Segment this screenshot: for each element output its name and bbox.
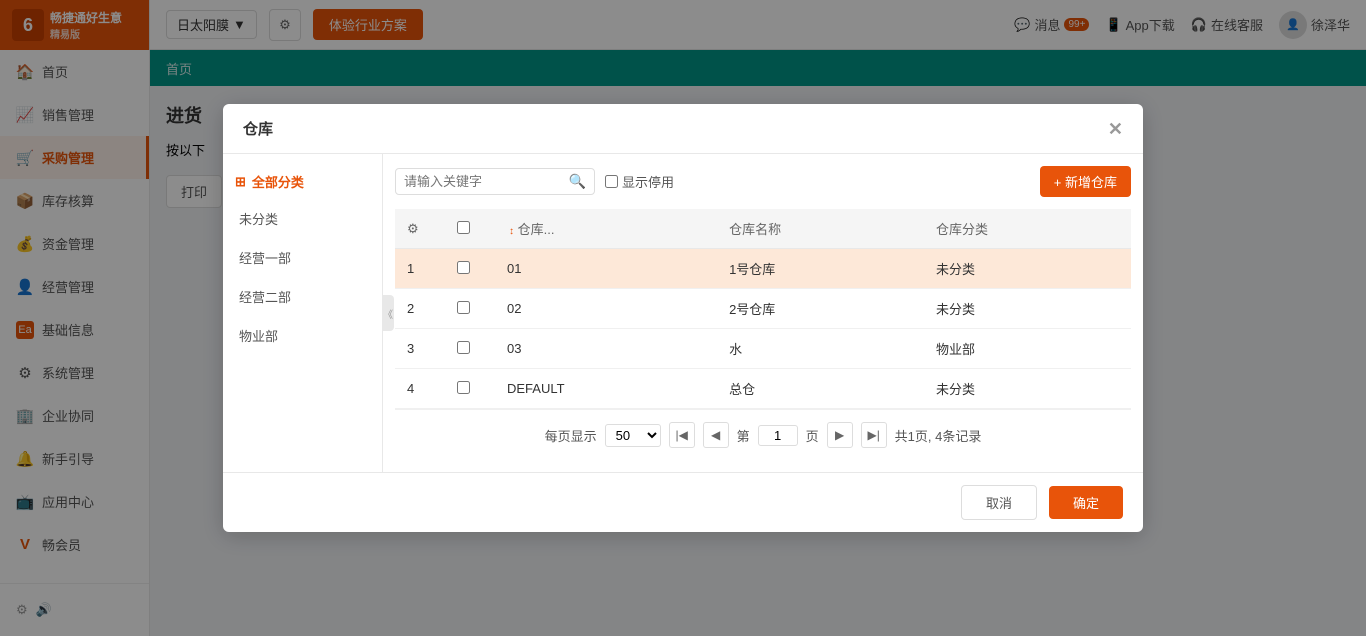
sort-icon: ↕ <box>509 226 514 237</box>
page-size-dropdown[interactable]: 50 10 20 100 <box>605 424 661 447</box>
th-settings: ⚙ <box>395 209 445 249</box>
th-name: 仓库名称 <box>717 209 924 249</box>
row-category: 未分类 <box>924 249 1131 289</box>
last-page-btn[interactable]: ▶| <box>861 422 887 448</box>
row-name: 总仓 <box>717 369 924 409</box>
th-code: ↕ 仓库... <box>495 209 717 249</box>
row-name: 2号仓库 <box>717 289 924 329</box>
row-index: 4 <box>395 369 445 409</box>
row-name: 1号仓库 <box>717 249 924 289</box>
grid-icon: ⊞ <box>235 174 246 190</box>
table-row[interactable]: 1 01 1号仓库 未分类 <box>395 249 1131 289</box>
page-size-select[interactable]: 50 10 20 100 <box>605 424 661 447</box>
row-category: 未分类 <box>924 289 1131 329</box>
table-row[interactable]: 2 02 2号仓库 未分类 <box>395 289 1131 329</box>
row-checkbox <box>445 369 495 409</box>
settings-th-icon: ⚙ <box>407 221 419 236</box>
category-header-label: 全部分类 <box>252 172 304 191</box>
first-page-btn[interactable]: |◀ <box>669 422 695 448</box>
table-header: ⚙ ↕ 仓库... 仓库名称 <box>395 209 1131 249</box>
modal-close-btn[interactable]: ✕ <box>1108 120 1123 138</box>
row-index: 2 <box>395 289 445 329</box>
th-category: 仓库分类 <box>924 209 1131 249</box>
row-code: 02 <box>495 289 717 329</box>
category-item-ops1[interactable]: 经营一部 <box>223 238 382 277</box>
modal-header: 仓库 ✕ <box>223 104 1143 154</box>
row-checkbox <box>445 329 495 369</box>
row-name: 水 <box>717 329 924 369</box>
total-info: 共1页, 4条记录 <box>895 426 982 445</box>
warehouse-table: ⚙ ↕ 仓库... 仓库名称 <box>395 209 1131 409</box>
search-icon[interactable]: 🔍 <box>569 173 586 190</box>
modal-body: ⊞ 全部分类 未分类 经营一部 经营二部 物业部 《 🔍 <box>223 154 1143 472</box>
row-code: 01 <box>495 249 717 289</box>
table-row[interactable]: 3 03 水 物业部 <box>395 329 1131 369</box>
page-label2: 页 <box>806 426 819 445</box>
search-input[interactable] <box>404 174 569 189</box>
pagination: 每页显示 50 10 20 100 |◀ ◀ 第 页 ▶ <box>395 409 1131 460</box>
category-item-unclassified[interactable]: 未分类 <box>223 199 382 238</box>
category-item-property[interactable]: 物业部 <box>223 316 382 355</box>
add-warehouse-btn[interactable]: + 新增仓库 <box>1040 166 1131 197</box>
row-code: 03 <box>495 329 717 369</box>
confirm-btn[interactable]: 确定 <box>1049 486 1123 519</box>
cancel-btn[interactable]: 取消 <box>961 485 1037 520</box>
table-row[interactable]: 4 DEFAULT 总仓 未分类 <box>395 369 1131 409</box>
row-category: 物业部 <box>924 329 1131 369</box>
row-checkbox <box>445 289 495 329</box>
row-code: DEFAULT <box>495 369 717 409</box>
category-header: ⊞ 全部分类 <box>223 164 382 199</box>
th-checkbox <box>445 209 495 249</box>
row-index: 3 <box>395 329 445 369</box>
row-checkbox <box>445 249 495 289</box>
table-container: ⚙ ↕ 仓库... 仓库名称 <box>395 209 1131 409</box>
table-body: 1 01 1号仓库 未分类 2 02 2号仓库 <box>395 249 1131 409</box>
modal-title: 仓库 <box>243 118 273 139</box>
show-disabled-label[interactable]: 显示停用 <box>605 172 674 191</box>
select-all-checkbox[interactable] <box>457 221 470 234</box>
category-item-ops2[interactable]: 经营二部 <box>223 277 382 316</box>
page-label: 第 <box>737 426 750 445</box>
row-index: 1 <box>395 249 445 289</box>
category-sidebar: ⊞ 全部分类 未分类 经营一部 经营二部 物业部 《 <box>223 154 383 472</box>
warehouse-modal: 仓库 ✕ ⊞ 全部分类 未分类 经营一部 经营二部 物业部 《 <box>223 104 1143 532</box>
page-number-input[interactable] <box>758 425 798 446</box>
row-category: 未分类 <box>924 369 1131 409</box>
modal-footer: 取消 确定 <box>223 472 1143 532</box>
modal-toolbar: 🔍 显示停用 + 新增仓库 <box>395 166 1131 197</box>
category-collapse-btn[interactable]: 《 <box>382 295 394 331</box>
search-input-wrap: 🔍 <box>395 168 595 195</box>
next-page-btn[interactable]: ▶ <box>827 422 853 448</box>
show-disabled-checkbox[interactable] <box>605 175 618 188</box>
modal-overlay: 仓库 ✕ ⊞ 全部分类 未分类 经营一部 经营二部 物业部 《 <box>0 0 1366 636</box>
modal-content-area: 🔍 显示停用 + 新增仓库 ⚙ <box>383 154 1143 472</box>
page-size-label: 每页显示 <box>545 426 597 445</box>
prev-page-btn[interactable]: ◀ <box>703 422 729 448</box>
